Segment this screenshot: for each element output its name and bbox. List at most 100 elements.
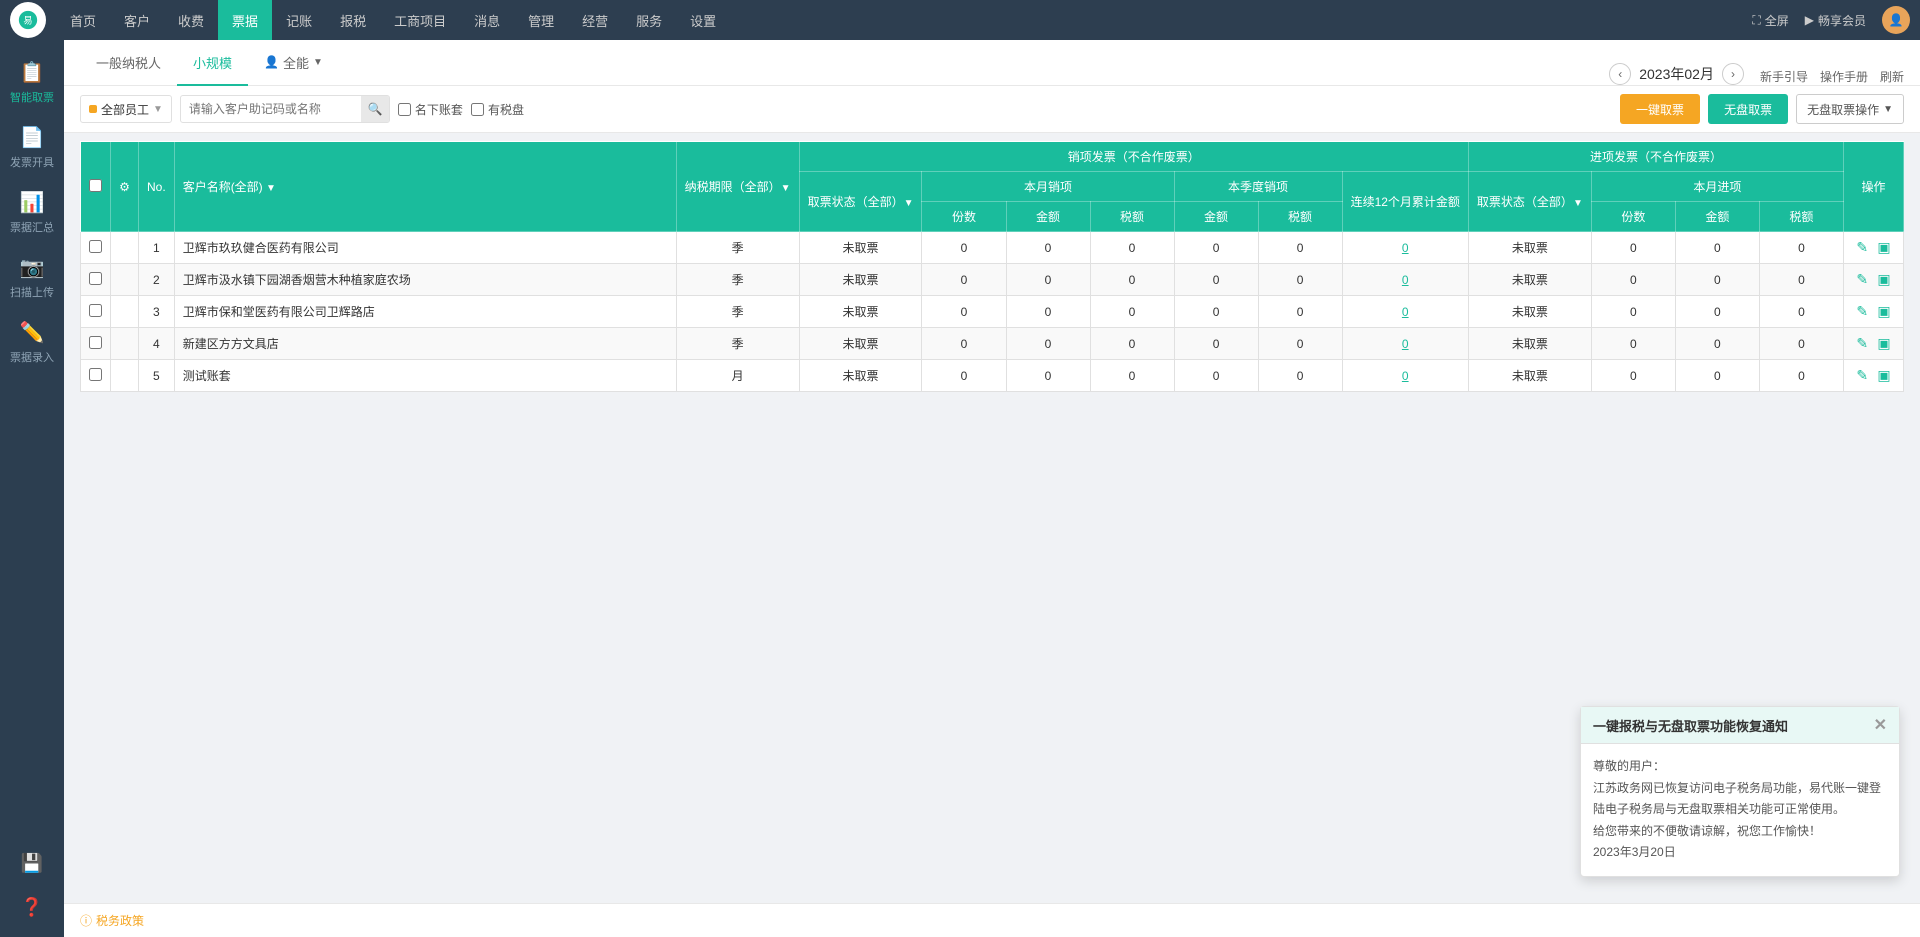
row-sales-quarter-amount: 0 bbox=[1174, 296, 1258, 328]
sales-12month-link[interactable]: 0 bbox=[1402, 369, 1409, 383]
sales-status-filter-icon[interactable]: ▼ bbox=[904, 198, 914, 209]
sidebar-item-扫描上传[interactable]: 📷扫描上传 bbox=[0, 245, 64, 310]
row-purchase-status: 未取票 bbox=[1468, 360, 1591, 392]
nav-item-设置[interactable]: 设置 bbox=[676, 0, 730, 40]
fullscreen-button[interactable]: ⛶ 全屏 bbox=[1752, 12, 1788, 29]
sidebar-item-票据汇总[interactable]: 📊票据汇总 bbox=[0, 180, 64, 245]
my-accounts-checkbox-label[interactable]: 名下账套 bbox=[398, 101, 463, 118]
sales-12month-link[interactable]: 0 bbox=[1402, 273, 1409, 287]
row-settings-cell bbox=[111, 232, 139, 264]
sales-12month-link[interactable]: 0 bbox=[1402, 241, 1409, 255]
customer-filter-icon[interactable]: ▼ bbox=[266, 183, 276, 194]
row-edit-icon[interactable]: ✎ bbox=[1856, 367, 1868, 383]
sidebar-item-发票开具[interactable]: 📄发票开具 bbox=[0, 115, 64, 180]
row-settings-cell bbox=[111, 264, 139, 296]
row-checkbox[interactable] bbox=[89, 368, 102, 381]
row-more-icon[interactable]: ▣ bbox=[1877, 239, 1890, 255]
notification-content: 尊敬的用户： 江苏政务网已恢复访问电子税务局功能，易代账一键登陆电子税务局与无盘… bbox=[1593, 756, 1887, 864]
row-sales-quarter-tax: 0 bbox=[1258, 232, 1342, 264]
sales-12month-link[interactable]: 0 bbox=[1402, 305, 1409, 319]
row-checkbox[interactable] bbox=[89, 240, 102, 253]
row-more-icon[interactable]: ▣ bbox=[1877, 335, 1890, 351]
no-disk-fetch-button[interactable]: 无盘取票 bbox=[1708, 94, 1788, 124]
row-no: 4 bbox=[139, 328, 175, 360]
nav-item-服务[interactable]: 服务 bbox=[622, 0, 676, 40]
sidebar-item-智能取票[interactable]: 📋智能取票 bbox=[0, 50, 64, 115]
row-sales-quarter-amount: 0 bbox=[1174, 328, 1258, 360]
row-more-icon[interactable]: ▣ bbox=[1877, 303, 1890, 319]
tab-all[interactable]: 👤 全能 ▼ bbox=[248, 40, 339, 86]
settings-icon[interactable]: ⚙ bbox=[119, 180, 130, 194]
notification-close-button[interactable]: ✕ bbox=[1874, 715, 1887, 735]
member-button[interactable]: ▶ 畅享会员 bbox=[1805, 12, 1866, 29]
row-sales-month-amount: 0 bbox=[1006, 328, 1090, 360]
employee-filter-select[interactable]: 全部员工 ▼ bbox=[80, 95, 172, 123]
no-disk-ops-label: 无盘取票操作 bbox=[1807, 101, 1879, 118]
row-edit-icon[interactable]: ✎ bbox=[1856, 335, 1868, 351]
refresh-link[interactable]: 刷新 bbox=[1880, 68, 1904, 85]
tax-period-filter-icon[interactable]: ▼ bbox=[781, 183, 791, 194]
sidebar-item-票据录入[interactable]: ✏️票据录入 bbox=[0, 310, 64, 375]
one-key-fetch-button[interactable]: 一键取票 bbox=[1620, 94, 1700, 124]
row-checkbox[interactable] bbox=[89, 304, 102, 317]
period-next-button[interactable]: › bbox=[1722, 63, 1744, 85]
operation-manual-link[interactable]: 操作手册 bbox=[1820, 68, 1868, 85]
nav-item-票据[interactable]: 票据 bbox=[218, 0, 272, 40]
nav-item-记账[interactable]: 记账 bbox=[272, 0, 326, 40]
nav-item-工商项目[interactable]: 工商项目 bbox=[380, 0, 460, 40]
row-purchase-month-tax: 0 bbox=[1759, 296, 1843, 328]
row-checkbox[interactable] bbox=[89, 336, 102, 349]
no-disk-ops-button[interactable]: 无盘取票操作 ▼ bbox=[1796, 94, 1904, 124]
sidebar-bottom-item[interactable]: ❓ bbox=[12, 887, 52, 927]
nav-item-客户[interactable]: 客户 bbox=[110, 0, 164, 40]
row-edit-icon[interactable]: ✎ bbox=[1856, 239, 1868, 255]
row-sales-month-copies: 0 bbox=[922, 360, 1006, 392]
row-sales-status: 未取票 bbox=[799, 264, 922, 296]
row-sales-month-amount: 0 bbox=[1006, 296, 1090, 328]
th-purchase-group: 进项发票（不合作废票） bbox=[1468, 142, 1843, 172]
nav-item-经营[interactable]: 经营 bbox=[568, 0, 622, 40]
row-edit-icon[interactable]: ✎ bbox=[1856, 271, 1868, 287]
sales-12month-link[interactable]: 0 bbox=[1402, 337, 1409, 351]
fullscreen-label: 全屏 bbox=[1765, 12, 1789, 29]
fullscreen-icon: ⛶ bbox=[1752, 13, 1760, 28]
period-prev-button[interactable]: ‹ bbox=[1609, 63, 1631, 85]
row-more-icon[interactable]: ▣ bbox=[1877, 367, 1890, 383]
row-sales-month-copies: 0 bbox=[922, 232, 1006, 264]
nav-items: 首页客户收费票据记账报税工商项目消息管理经营服务设置 bbox=[56, 0, 1752, 40]
tab-general-taxpayer[interactable]: 一般纳税人 bbox=[80, 40, 177, 86]
nav-item-首页[interactable]: 首页 bbox=[56, 0, 110, 40]
sidebar-icon: 📊 bbox=[20, 190, 45, 215]
purchase-status-filter-icon[interactable]: ▼ bbox=[1573, 198, 1583, 209]
sidebar-icon: 📋 bbox=[20, 60, 45, 85]
tax-policy-link[interactable]: 税务政策 bbox=[96, 912, 144, 929]
row-sales-month-tax: 0 bbox=[1090, 264, 1174, 296]
sidebar-icon: 📄 bbox=[20, 125, 45, 150]
row-sales-month-tax: 0 bbox=[1090, 328, 1174, 360]
nav-item-报税[interactable]: 报税 bbox=[326, 0, 380, 40]
row-sales-quarter-amount: 0 bbox=[1174, 264, 1258, 296]
row-sales-month-tax: 0 bbox=[1090, 296, 1174, 328]
employee-filter-label: 全部员工 bbox=[101, 101, 149, 118]
th-sales-quarter: 本季度销项 bbox=[1174, 172, 1342, 202]
row-checkbox[interactable] bbox=[89, 272, 102, 285]
nav-item-收费[interactable]: 收费 bbox=[164, 0, 218, 40]
row-edit-icon[interactable]: ✎ bbox=[1856, 303, 1868, 319]
user-avatar[interactable]: 👤 bbox=[1882, 6, 1910, 34]
has-tax-disk-checkbox-label[interactable]: 有税盘 bbox=[471, 101, 524, 118]
search-button[interactable]: 🔍 bbox=[361, 95, 389, 123]
row-more-icon[interactable]: ▣ bbox=[1877, 271, 1890, 287]
search-input[interactable] bbox=[181, 102, 361, 116]
row-sales-quarter-tax: 0 bbox=[1258, 360, 1342, 392]
my-accounts-checkbox[interactable] bbox=[398, 103, 411, 116]
tab-small-scale[interactable]: 小规模 bbox=[177, 40, 248, 86]
new-guide-link[interactable]: 新手引导 bbox=[1760, 68, 1808, 85]
nav-item-消息[interactable]: 消息 bbox=[460, 0, 514, 40]
row-purchase-month-tax: 0 bbox=[1759, 360, 1843, 392]
sidebar-bottom-item[interactable]: 💾 bbox=[12, 843, 52, 883]
nav-item-管理[interactable]: 管理 bbox=[514, 0, 568, 40]
th-operations: 操作 bbox=[1844, 142, 1904, 232]
row-actions-cell: ✎ ▣ bbox=[1844, 232, 1904, 264]
select-all-checkbox[interactable] bbox=[89, 179, 102, 192]
has-tax-disk-checkbox[interactable] bbox=[471, 103, 484, 116]
